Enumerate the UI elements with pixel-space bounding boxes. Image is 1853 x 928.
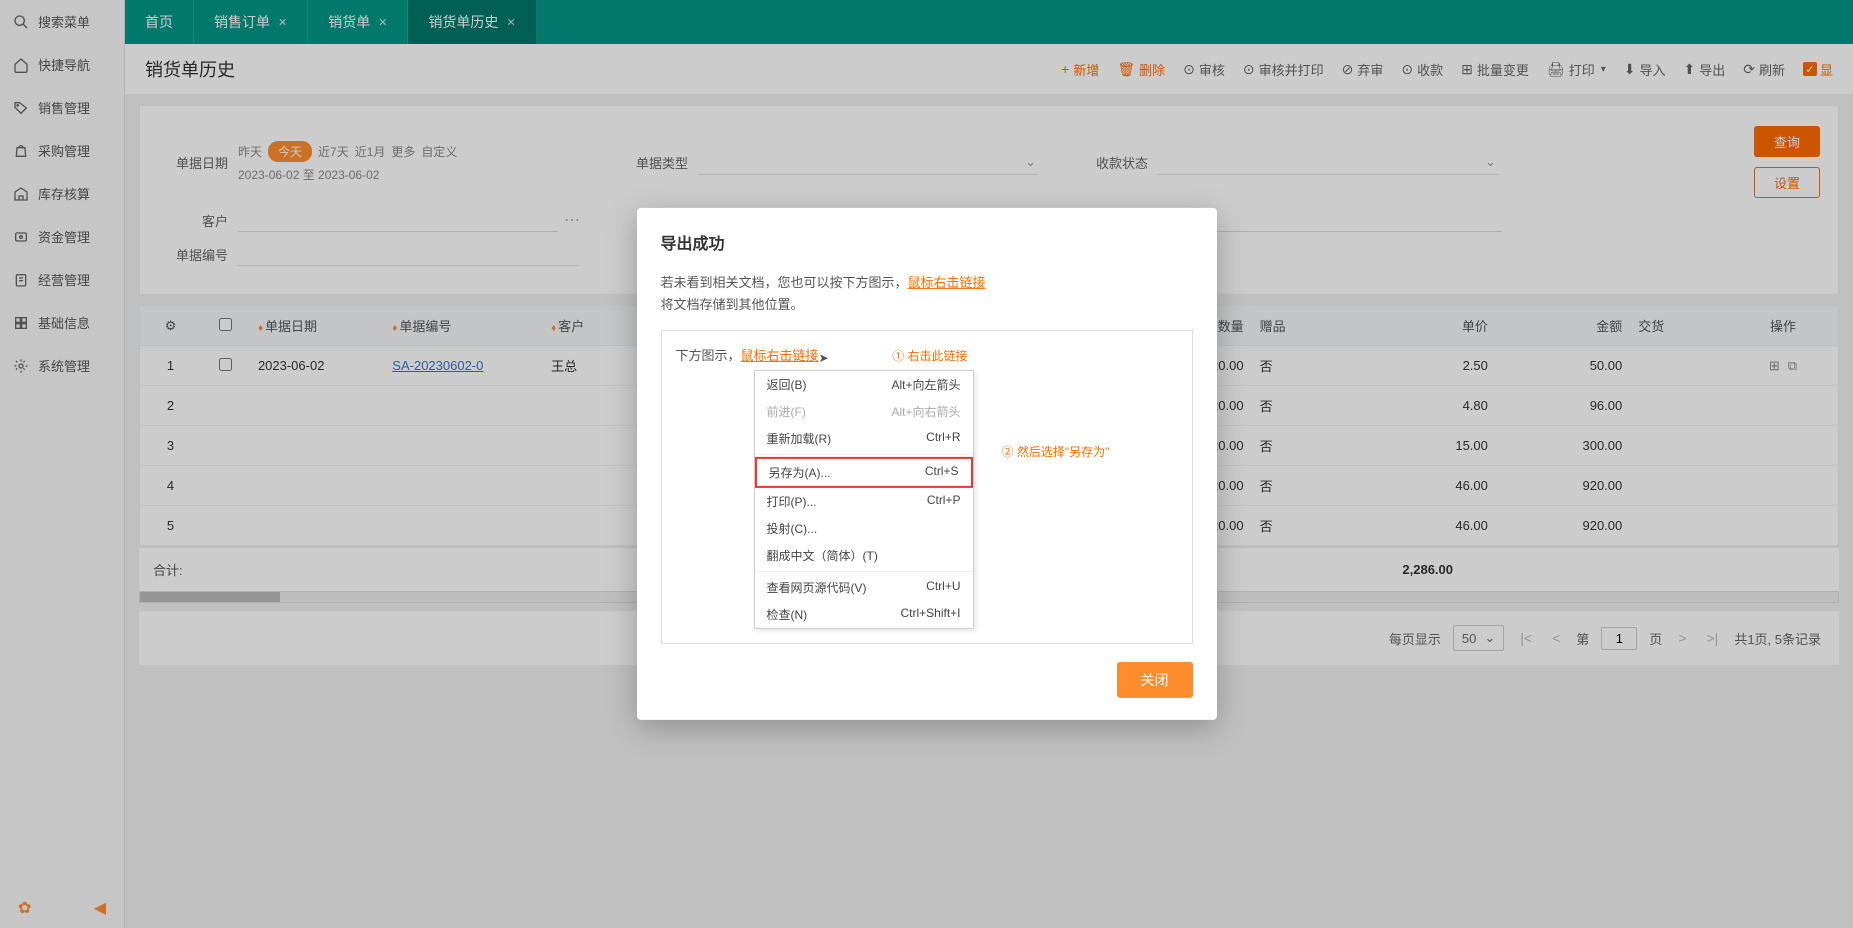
modal-text: 若未看到相关文档，您也可以按下方图示，鼠标右击链接 将文档存储到其他位置。: [661, 272, 1193, 316]
context-menu-item: 投射(C)...: [755, 515, 973, 542]
modal-title: 导出成功: [661, 230, 1193, 254]
close-button[interactable]: 关闭: [1117, 662, 1193, 698]
context-menu-item: 打印(P)...Ctrl+P: [755, 488, 973, 515]
annotation-1: ① 右击此链接: [892, 349, 967, 363]
export-success-modal: 导出成功 若未看到相关文档，您也可以按下方图示，鼠标右击链接 将文档存储到其他位…: [637, 208, 1217, 720]
context-menu-illustration: 返回(B)Alt+向左箭头前进(F)Alt+向右箭头重新加载(R)Ctrl+R 另…: [754, 370, 974, 629]
annotation-2: ② 然后选择"另存为": [1002, 443, 1110, 460]
right-click-link[interactable]: 鼠标右击链接: [908, 275, 986, 290]
context-menu-item: 返回(B)Alt+向左箭头: [755, 371, 973, 398]
context-menu-item: 翻成中文（简体）(T): [755, 542, 973, 569]
context-menu-item: 查看网页源代码(V)Ctrl+U: [755, 574, 973, 601]
illustration-link: 鼠标右击链接: [741, 348, 819, 363]
context-menu-item: 检查(N)Ctrl+Shift+I: [755, 601, 973, 628]
context-menu-item: 重新加载(R)Ctrl+R: [755, 425, 973, 452]
modal-illustration: 下方图示，鼠标右击链接➤ ① 右击此链接 返回(B)Alt+向左箭头前进(F)A…: [661, 330, 1193, 644]
modal-footer: 关闭: [661, 662, 1193, 698]
context-menu-item: 另存为(A)...Ctrl+S: [755, 457, 973, 488]
context-menu-item: 前进(F)Alt+向右箭头: [755, 398, 973, 425]
cursor-icon: ➤: [819, 351, 829, 365]
